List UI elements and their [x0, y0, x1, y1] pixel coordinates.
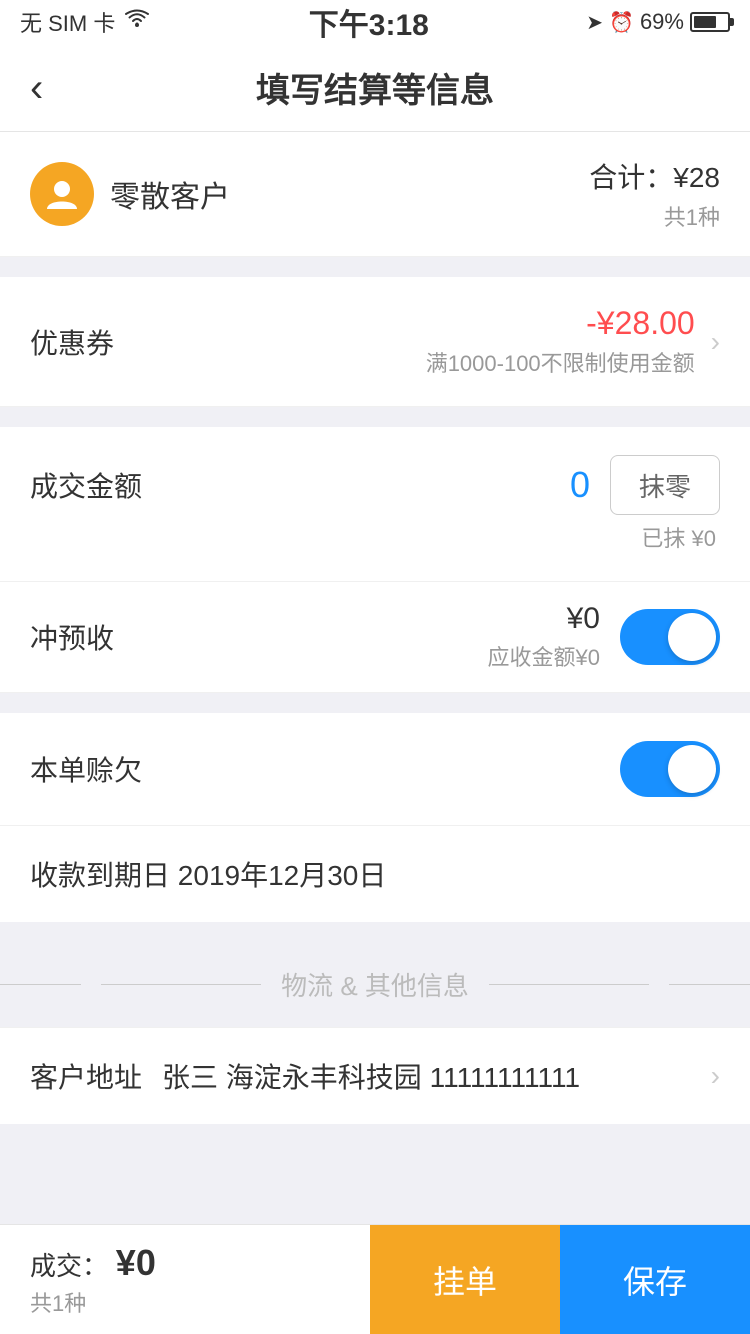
- logistics-left-line: [101, 984, 261, 985]
- bottom-deal-amount: ¥0: [116, 1242, 156, 1283]
- alarm-icon: ⏰: [609, 10, 634, 35]
- coupon-amount: -¥28.00: [426, 305, 695, 342]
- coupon-desc: 满1000-100不限制使用金额: [426, 346, 695, 378]
- bottom-bar: 成交： ¥0 共1种 挂单 保存: [0, 1224, 750, 1334]
- logistics-right-line: [489, 984, 649, 985]
- separator-2: [0, 407, 750, 427]
- bottom-deal-label: 成交：: [30, 1251, 108, 1281]
- transaction-top: 成交金额 0 抹零: [30, 455, 720, 515]
- due-date-label: 收款到期日: [30, 860, 170, 891]
- wifi-icon: [123, 8, 151, 36]
- coupon-value: -¥28.00 满1000-100不限制使用金额: [426, 305, 695, 378]
- customer-summary: 合计：¥28 共1种: [589, 156, 720, 232]
- page-title: 填写结算等信息: [256, 63, 494, 112]
- coupon-chevron-icon: ›: [711, 326, 720, 358]
- transaction-value: 0: [550, 464, 590, 506]
- transaction-row: 成交金额 0 抹零 已抹 ¥0: [0, 427, 750, 582]
- save-button[interactable]: 保存: [560, 1225, 750, 1334]
- coupon-label: 优惠券: [30, 322, 114, 362]
- logistics-label: 物流 & 其他信息: [0, 966, 750, 1003]
- status-bar: 无 SIM 卡 下午3:18 ➤ ⏰ 69%: [0, 0, 750, 44]
- battery-text: 69%: [640, 9, 684, 35]
- prepay-receivable: 应收金额¥0: [488, 640, 600, 672]
- customer-left: 零散客户: [30, 162, 230, 226]
- content: 零散客户 合计：¥28 共1种 优惠券 -¥28.00 满1000-100不限制…: [0, 132, 750, 1244]
- debt-label: 本单赊欠: [30, 749, 142, 789]
- separator-4: [0, 922, 750, 942]
- prepay-values: ¥0 应收金额¥0: [488, 602, 600, 672]
- transaction-bottom: 已抹 ¥0: [30, 521, 720, 553]
- separator-3: [0, 693, 750, 713]
- separator-1: [0, 257, 750, 277]
- customer-row[interactable]: 零散客户 合计：¥28 共1种: [0, 132, 750, 257]
- status-left: 无 SIM 卡: [20, 6, 151, 38]
- battery-icon: [690, 12, 730, 32]
- toggle-knob: [668, 613, 716, 661]
- logistics-text: 物流 & 其他信息: [281, 966, 469, 1003]
- debt-toggle-knob: [668, 745, 716, 793]
- status-time: 下午3:18: [309, 0, 429, 44]
- address-value: 张三 海淀永丰科技园 11111111111: [162, 1056, 711, 1096]
- bottom-summary: 成交： ¥0 共1种: [0, 1242, 370, 1318]
- prepay-right: ¥0 应收金额¥0: [488, 602, 720, 672]
- total-count: 共1种: [589, 200, 720, 232]
- bottom-count: 共1种: [30, 1286, 340, 1318]
- prepay-row: 冲预收 ¥0 应收金额¥0: [0, 582, 750, 693]
- address-row[interactable]: 客户地址 张三 海淀永丰科技园 11111111111 ›: [0, 1027, 750, 1124]
- customer-name: 零散客户: [110, 172, 230, 216]
- nav-bar: ‹ 填写结算等信息: [0, 44, 750, 132]
- no-sim-text: 无 SIM 卡: [20, 6, 115, 38]
- due-date-row: 收款到期日 2019年12月30日: [0, 825, 750, 922]
- due-date-value: 2019年12月30日: [178, 860, 387, 891]
- debt-row: 本单赊欠: [0, 713, 750, 825]
- location-icon: ➤: [586, 10, 603, 35]
- transaction-label: 成交金额: [30, 465, 142, 505]
- pending-button[interactable]: 挂单: [370, 1225, 560, 1334]
- address-chevron-icon: ›: [711, 1060, 720, 1092]
- logistics-section: 物流 & 其他信息: [0, 942, 750, 1027]
- prepay-amount: ¥0: [488, 602, 600, 636]
- debt-toggle[interactable]: [620, 741, 720, 797]
- customer-section: 零散客户 合计：¥28 共1种: [0, 132, 750, 257]
- round-button[interactable]: 抹零: [610, 455, 720, 515]
- customer-avatar: [30, 162, 94, 226]
- coupon-row[interactable]: 优惠券 -¥28.00 满1000-100不限制使用金额 ›: [0, 277, 750, 407]
- coupon-right: -¥28.00 满1000-100不限制使用金额 ›: [426, 305, 720, 378]
- total-amount: 合计：¥28: [589, 156, 720, 196]
- already-rounded-text: 已抹 ¥0: [641, 521, 716, 553]
- transaction-right: 0 抹零: [550, 455, 720, 515]
- address-label: 客户地址: [30, 1056, 142, 1096]
- status-right: ➤ ⏰ 69%: [586, 9, 730, 35]
- prepay-label: 冲预收: [30, 617, 114, 657]
- due-date-text: 收款到期日 2019年12月30日: [30, 860, 386, 891]
- back-button[interactable]: ‹: [30, 68, 43, 108]
- prepay-toggle[interactable]: [620, 609, 720, 665]
- bottom-deal-line: 成交： ¥0: [30, 1242, 340, 1284]
